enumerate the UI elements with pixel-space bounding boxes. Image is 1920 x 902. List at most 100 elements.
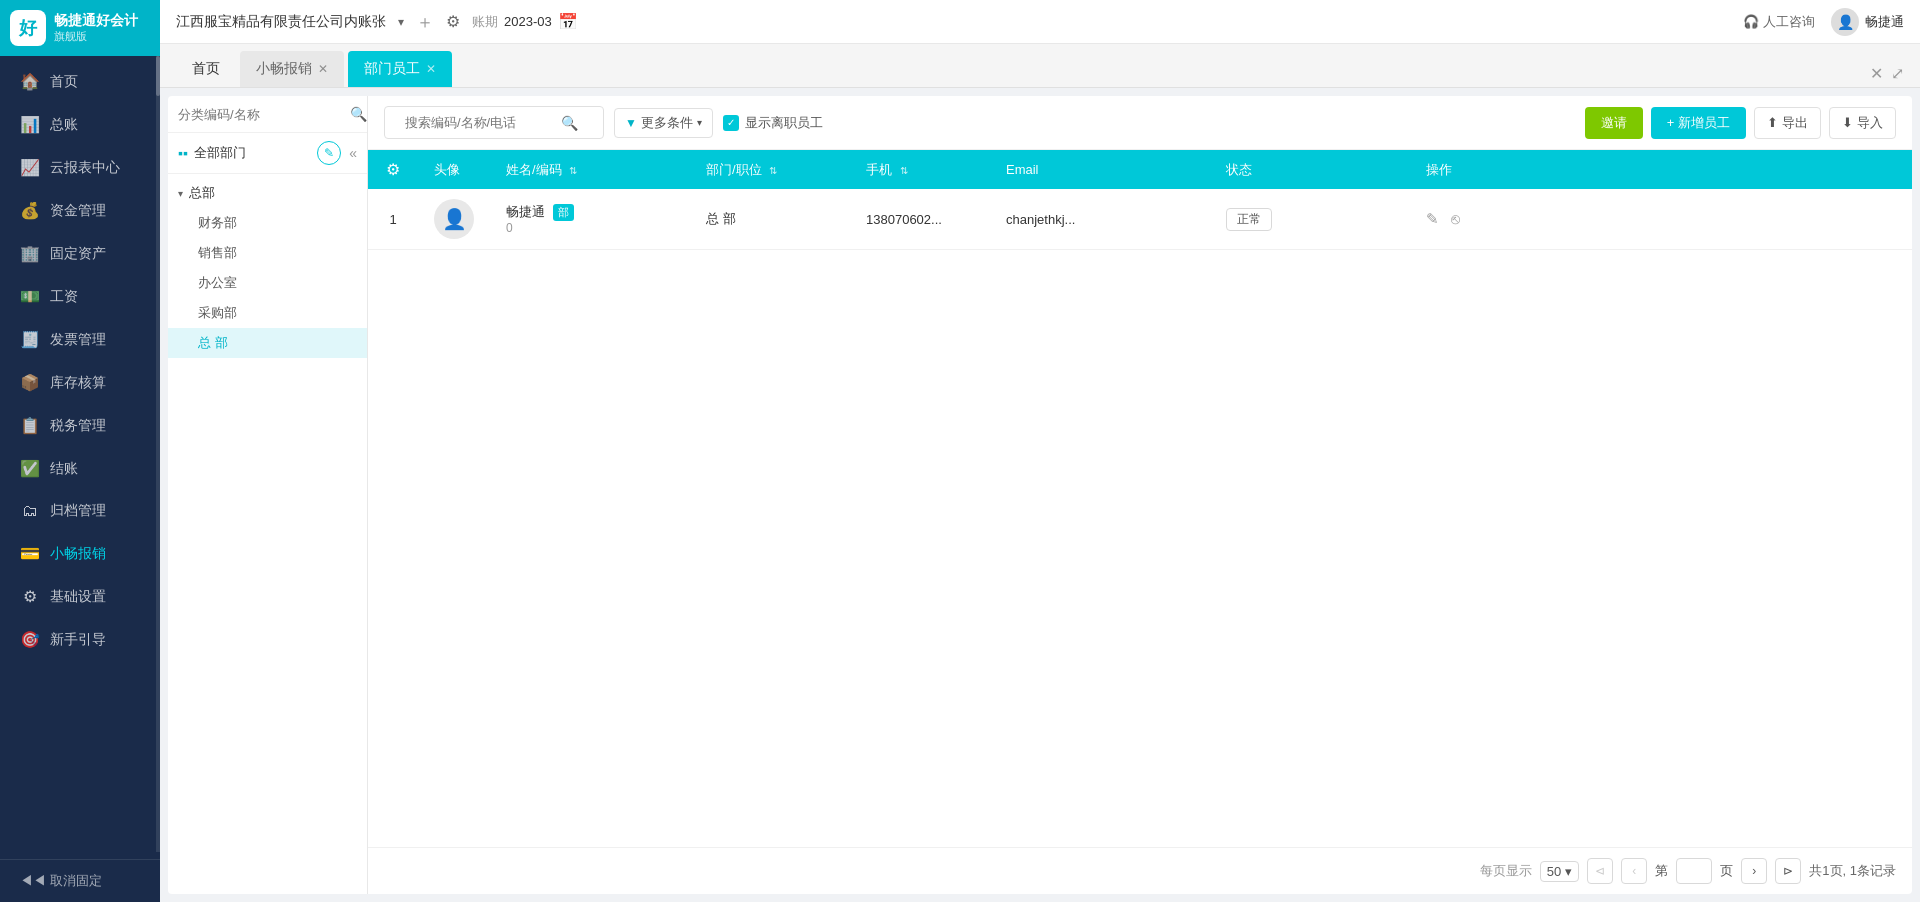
sidebar-item-funds[interactable]: 💰 资金管理	[0, 189, 160, 232]
filter-button[interactable]: ▼ 更多条件 ▾	[614, 108, 713, 138]
sidebar-item-archive[interactable]: 🗂 归档管理	[0, 490, 160, 532]
dept-item-purchase[interactable]: 采购部	[168, 298, 367, 328]
page-first-button[interactable]: ⊲	[1587, 858, 1613, 884]
dept-item-label: 总 部	[198, 335, 228, 350]
dept-item-hq[interactable]: 总 部	[168, 328, 367, 358]
close-accounts-icon: ✅	[20, 459, 40, 478]
sidebar-item-label: 新手引导	[50, 631, 106, 649]
assets-icon: 🏢	[20, 244, 40, 263]
sidebar-item-inventory[interactable]: 📦 库存核算	[0, 361, 160, 404]
ledger-icon: 📊	[20, 115, 40, 134]
invite-button[interactable]: 邀请	[1585, 107, 1643, 139]
employee-search-box: 🔍	[384, 106, 604, 139]
employee-avatar: 👤	[434, 199, 474, 239]
show-resigned-label: 显示离职员工	[745, 114, 823, 132]
user-menu[interactable]: 👤 畅捷通	[1831, 8, 1904, 36]
sidebar-item-label: 首页	[50, 73, 78, 91]
content-area: 🔍 ▪▪ 全部部门 ✎ « ▾ 总部	[168, 96, 1912, 894]
col-name[interactable]: 姓名/编码 ⇅	[490, 150, 690, 189]
main-area: 江西服宝精品有限责任公司内账张 ▾ ＋ ⚙ 账期 2023-03 📅 🎧 人工咨…	[160, 0, 1920, 902]
tab-department-close[interactable]: ✕	[426, 62, 436, 76]
dept-expand-icon: ▾	[178, 188, 183, 199]
tab-expense-close[interactable]: ✕	[318, 62, 328, 76]
tab-close-all-icon[interactable]: ✕	[1870, 64, 1883, 83]
toolbar-right-actions: 邀请 + 新增员工 ⬆ 导出 ⬇ 导入	[1585, 107, 1896, 139]
sidebar-item-home[interactable]: 🏠 首页	[0, 60, 160, 103]
dept-item-sales[interactable]: 销售部	[168, 238, 367, 268]
col-avatar: 头像	[418, 150, 490, 189]
employee-search-icon[interactable]: 🔍	[561, 115, 578, 131]
col-dept[interactable]: 部门/职位 ⇅	[690, 150, 850, 189]
phone-sort-icon: ⇅	[900, 165, 908, 176]
sidebar-item-ledger[interactable]: 📊 总账	[0, 103, 160, 146]
topbar-settings-icon[interactable]: ⚙	[446, 12, 460, 31]
page-next-button[interactable]: ›	[1741, 858, 1767, 884]
add-company-button[interactable]: ＋	[416, 10, 434, 34]
sidebar: 好 畅捷通好会计 旗舰版 🏠 首页 📊 总账 📈 云报表中心 💰 资金管理 🏢 …	[0, 0, 160, 902]
filter-chevron-icon: ▾	[697, 117, 702, 128]
sidebar-item-reports[interactable]: 📈 云报表中心	[0, 146, 160, 189]
page-number-input[interactable]: 1	[1676, 858, 1712, 884]
sidebar-item-invoice[interactable]: 🧾 发票管理	[0, 318, 160, 361]
period-display: 账期 2023-03 📅	[472, 12, 578, 31]
help-button[interactable]: 🎧 人工咨询	[1743, 13, 1815, 31]
edit-employee-button[interactable]: ✎	[1426, 210, 1439, 227]
export-button[interactable]: ⬆ 导出	[1754, 107, 1821, 139]
home-icon: 🏠	[20, 72, 40, 91]
sidebar-item-tax[interactable]: 📋 税务管理	[0, 404, 160, 447]
tab-expand-icon[interactable]: ⤢	[1891, 64, 1904, 83]
dept-search-icon[interactable]: 🔍	[350, 106, 367, 122]
page-size-select[interactable]: 50 ▾	[1540, 861, 1579, 882]
sidebar-scrollbar[interactable]	[156, 56, 160, 852]
sidebar-item-label: 结账	[50, 460, 78, 478]
sidebar-item-guide[interactable]: 🎯 新手引导	[0, 618, 160, 661]
inventory-icon: 📦	[20, 373, 40, 392]
page-last-button[interactable]: ⊳	[1775, 858, 1801, 884]
filter-icon: ▼	[625, 116, 637, 130]
delete-employee-button[interactable]: ⎋	[1451, 210, 1460, 227]
sidebar-item-salary[interactable]: 💵 工资	[0, 275, 160, 318]
company-dropdown-icon[interactable]: ▾	[398, 15, 404, 29]
checkbox-checked-icon: ✓	[723, 115, 739, 131]
sidebar-nav: 🏠 首页 📊 总账 📈 云报表中心 💰 资金管理 🏢 固定资产 💵 工资 🧾 发…	[0, 56, 160, 859]
employee-search-input[interactable]	[395, 111, 555, 134]
dept-item-office[interactable]: 办公室	[168, 268, 367, 298]
status-badge: 正常	[1226, 208, 1272, 231]
logo-icon: 好	[10, 10, 46, 46]
salary-icon: 💵	[20, 287, 40, 306]
add-employee-button[interactable]: + 新增员工	[1651, 107, 1746, 139]
dept-edit-button[interactable]: ✎	[317, 141, 341, 165]
calendar-icon[interactable]: 📅	[558, 12, 578, 31]
dept-item-finance[interactable]: 财务部	[168, 208, 367, 238]
app-name: 畅捷通好会计	[54, 12, 138, 29]
show-resigned-checkbox[interactable]: ✓ 显示离职员工	[723, 114, 823, 132]
dept-badge: 部	[553, 204, 574, 221]
table-header-row: ⚙ 头像 姓名/编码 ⇅ 部门/职位 ⇅	[368, 150, 1912, 189]
tab-department[interactable]: 部门员工 ✕	[348, 51, 452, 87]
pagination: 每页显示 50 ▾ ⊲ ‹ 第 1 页 › ⊳ 共1页, 1条记录	[368, 847, 1912, 894]
sidebar-item-label: 工资	[50, 288, 78, 306]
page-size-chevron-icon: ▾	[1565, 864, 1572, 879]
dept-collapse-icon[interactable]: «	[349, 145, 357, 161]
tab-expense[interactable]: 小畅报销 ✕	[240, 51, 344, 87]
import-button[interactable]: ⬇ 导入	[1829, 107, 1896, 139]
sidebar-item-expense[interactable]: 💳 小畅报销	[0, 532, 160, 575]
avatar-person-icon: 👤	[442, 207, 467, 231]
sidebar-item-label: 小畅报销	[50, 545, 106, 563]
dept-search-input[interactable]	[178, 107, 346, 122]
sidebar-item-settings[interactable]: ⚙ 基础设置	[0, 575, 160, 618]
topbar-right: 🎧 人工咨询 👤 畅捷通	[1743, 8, 1904, 36]
dept-group-hq: ▾ 总部 财务部 销售部 办公室 采购部	[168, 178, 367, 358]
tab-home[interactable]: 首页	[176, 51, 236, 87]
all-dept-label: 全部部门	[194, 144, 246, 162]
col-phone[interactable]: 手机 ⇅	[850, 150, 990, 189]
sidebar-item-assets[interactable]: 🏢 固定资产	[0, 232, 160, 275]
page-prev-button[interactable]: ‹	[1621, 858, 1647, 884]
col-settings[interactable]: ⚙	[368, 150, 418, 189]
sidebar-item-close[interactable]: ✅ 结账	[0, 447, 160, 490]
dept-group-header[interactable]: ▾ 总部	[168, 178, 367, 208]
tabs-actions: ✕ ⤢	[1870, 64, 1904, 87]
sidebar-unpin-button[interactable]: ◀◀ 取消固定	[0, 859, 160, 902]
employee-table-container: ⚙ 头像 姓名/编码 ⇅ 部门/职位 ⇅	[368, 150, 1912, 847]
dept-item-label: 财务部	[198, 215, 237, 230]
